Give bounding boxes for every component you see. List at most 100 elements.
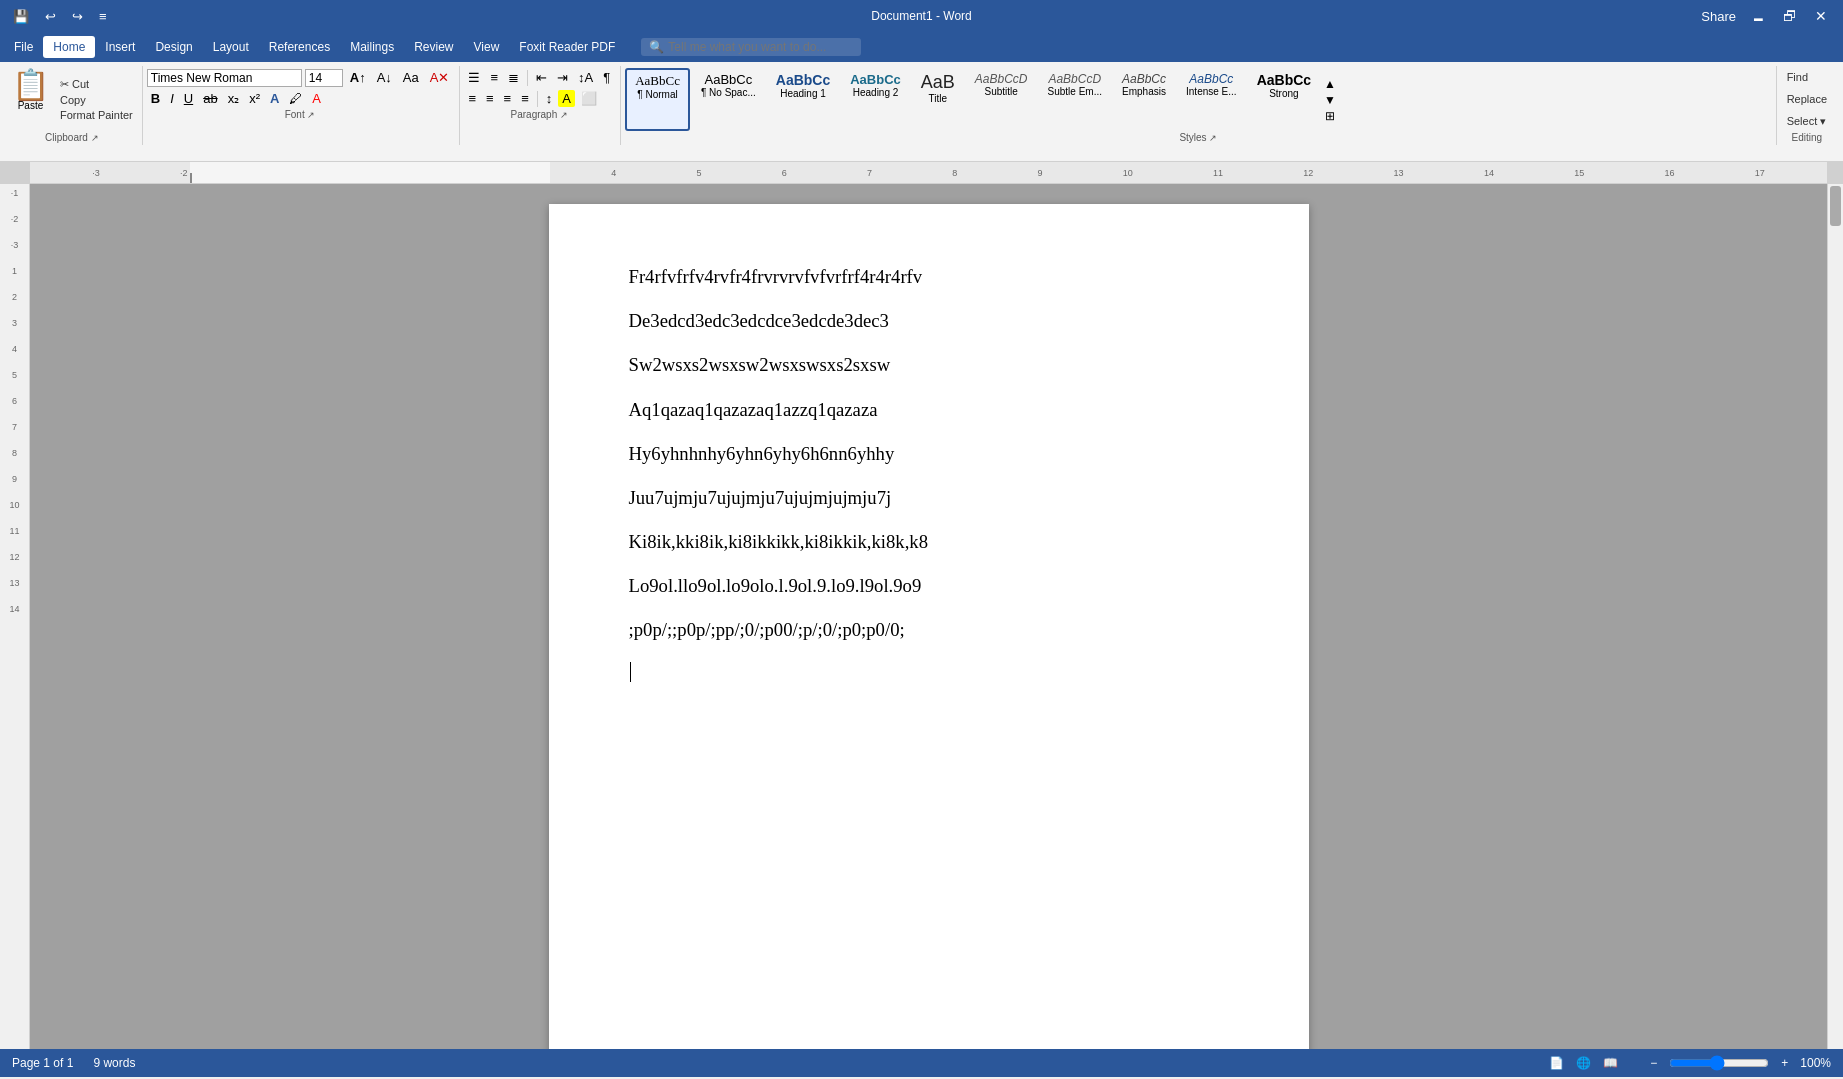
font-size-select[interactable]: [305, 69, 343, 87]
align-center-button[interactable]: ≡: [482, 89, 498, 108]
clipboard-group-label: Clipboard ↗: [8, 131, 136, 145]
zoom-slider[interactable]: [1669, 1055, 1769, 1071]
text-highlight-button[interactable]: 🖊: [285, 89, 306, 108]
right-scrollbar[interactable]: [1827, 184, 1843, 1049]
line-3: Sw2wsxs2wsxsw2wsxswsxs2sxsw: [629, 352, 1229, 378]
save-qat-button[interactable]: 💾: [8, 7, 34, 26]
styles-expand-icon[interactable]: ↗: [1209, 133, 1217, 143]
menu-file[interactable]: File: [4, 36, 43, 58]
strikethrough-button[interactable]: ab: [199, 89, 221, 108]
style-subtitle-preview: AaBbCcD: [975, 72, 1028, 86]
text-effects-button[interactable]: A: [266, 89, 283, 108]
style-normal[interactable]: AaBbCc ¶ Normal: [625, 68, 690, 131]
title-bar: 💾 ↩ ↪ ≡ Document1 - Word Share 🗕 🗗 ✕: [0, 0, 1843, 32]
styles-scroll-up[interactable]: ▲: [1324, 77, 1336, 91]
undo-qat-button[interactable]: ↩: [40, 7, 61, 26]
subscript-button[interactable]: x₂: [224, 89, 244, 108]
style-title-preview: AaB: [921, 72, 955, 93]
line-2: De3edcd3edc3edcdce3edcde3dec3: [629, 308, 1229, 334]
menu-foxit[interactable]: Foxit Reader PDF: [509, 36, 625, 58]
font-group-label: Font ↗: [147, 108, 454, 122]
style-heading2[interactable]: AaBbCc Heading 2: [841, 68, 910, 131]
window-controls: Share 🗕 🗗 ✕: [1696, 6, 1835, 26]
underline-button[interactable]: U: [180, 89, 197, 108]
menu-references[interactable]: References: [259, 36, 340, 58]
italic-button[interactable]: I: [166, 89, 178, 108]
bullets-button[interactable]: ☰: [464, 68, 484, 87]
font-case-button[interactable]: Aa: [399, 68, 423, 87]
window-title: Document1 - Word: [871, 9, 971, 23]
document-area[interactable]: Fr4rfvfrfv4rvfr4frvrvrvfvfvrfrf4r4r4rfv …: [30, 184, 1827, 1049]
clipboard-expand-icon[interactable]: ↗: [91, 133, 99, 143]
styles-expand[interactable]: ⊞: [1324, 109, 1336, 123]
select-button[interactable]: Select ▾: [1781, 112, 1833, 131]
style-subtle-em[interactable]: AaBbCcD Subtle Em...: [1039, 68, 1111, 131]
minimize-button[interactable]: 🗕: [1743, 6, 1773, 26]
copy-button[interactable]: Copy: [57, 93, 136, 107]
line-spacing-button[interactable]: ↕: [542, 89, 557, 108]
style-intense-em[interactable]: AaBbCc Intense E...: [1177, 68, 1246, 131]
style-no-spacing-label: ¶ No Spac...: [701, 87, 756, 98]
share-button[interactable]: Share: [1696, 6, 1741, 26]
shrink-font-button[interactable]: A↓: [373, 68, 396, 87]
redo-qat-button[interactable]: ↪: [67, 7, 88, 26]
view-web-icon[interactable]: 🌐: [1576, 1056, 1591, 1070]
bold-button[interactable]: B: [147, 89, 164, 108]
style-emphasis[interactable]: AaBbCc Emphasis: [1113, 68, 1175, 131]
menu-mailings[interactable]: Mailings: [340, 36, 404, 58]
text-cursor: [630, 662, 631, 682]
cut-button[interactable]: ✂ Cut: [57, 77, 136, 92]
paragraph-expand-icon[interactable]: ↗: [560, 110, 568, 120]
font-name-select[interactable]: [147, 69, 302, 87]
style-strong[interactable]: AaBbCc Strong: [1248, 68, 1320, 131]
cursor-line[interactable]: [629, 662, 1229, 682]
format-painter-button[interactable]: Format Painter: [57, 108, 136, 122]
view-print-icon[interactable]: 📄: [1549, 1056, 1564, 1070]
paste-label: Paste: [18, 100, 44, 111]
line-9: ;p0p/;;p0p/;pp/;0/;p00/;p/;0/;p0;p0/0;: [629, 617, 1229, 643]
numbering-button[interactable]: ≡: [486, 68, 502, 87]
style-emphasis-preview: AaBbCc: [1122, 72, 1166, 86]
replace-button[interactable]: Replace: [1781, 90, 1833, 108]
font-color-button[interactable]: A: [308, 89, 325, 108]
customize-qat-button[interactable]: ≡: [94, 7, 112, 26]
find-button[interactable]: Find: [1781, 68, 1833, 86]
increase-indent-button[interactable]: ⇥: [553, 68, 572, 87]
paste-button[interactable]: 📋 Paste: [8, 68, 53, 131]
decrease-indent-button[interactable]: ⇤: [532, 68, 551, 87]
word-count: 9 words: [93, 1056, 135, 1070]
font-expand-icon[interactable]: ↗: [307, 110, 315, 120]
sort-button[interactable]: ↕A: [574, 68, 597, 87]
menu-home[interactable]: Home: [43, 36, 95, 58]
border-button[interactable]: ⬜: [577, 89, 601, 108]
style-no-spacing[interactable]: AaBbCc ¶ No Spac...: [692, 68, 765, 131]
menu-design[interactable]: Design: [145, 36, 202, 58]
close-button[interactable]: ✕: [1807, 6, 1835, 26]
zoom-in-icon[interactable]: +: [1781, 1056, 1788, 1070]
menu-layout[interactable]: Layout: [203, 36, 259, 58]
grow-font-button[interactable]: A↑: [346, 68, 370, 87]
style-heading1[interactable]: AaBbCc Heading 1: [767, 68, 839, 131]
justify-button[interactable]: ≡: [517, 89, 533, 108]
style-intense-em-preview: AaBbCc: [1189, 72, 1233, 86]
menu-insert[interactable]: Insert: [95, 36, 145, 58]
menu-bar: File Home Insert Design Layout Reference…: [0, 32, 1843, 62]
tell-me-input[interactable]: [668, 40, 848, 54]
zoom-out-icon[interactable]: −: [1650, 1056, 1657, 1070]
show-marks-button[interactable]: ¶: [599, 68, 614, 87]
view-read-icon[interactable]: 📖: [1603, 1056, 1618, 1070]
maximize-button[interactable]: 🗗: [1775, 6, 1805, 26]
clear-format-button[interactable]: A✕: [426, 68, 454, 87]
align-left-button[interactable]: ≡: [464, 89, 480, 108]
align-right-button[interactable]: ≡: [500, 89, 516, 108]
superscript-button[interactable]: x²: [245, 89, 264, 108]
style-title[interactable]: AaB Title: [912, 68, 964, 131]
menu-view[interactable]: View: [464, 36, 510, 58]
multilevel-list-button[interactable]: ≣: [504, 68, 523, 87]
document-content[interactable]: Fr4rfvfrfv4rvfr4frvrvrvfvfvrfrf4r4r4rfv …: [629, 264, 1229, 682]
shading-button[interactable]: A: [558, 90, 575, 107]
font-group: A↑ A↓ Aa A✕ B I U ab x₂ x² A 🖊 A Font ↗: [143, 66, 461, 145]
style-subtitle[interactable]: AaBbCcD Subtitle: [966, 68, 1037, 131]
styles-scroll-down[interactable]: ▼: [1324, 93, 1336, 107]
menu-review[interactable]: Review: [404, 36, 463, 58]
